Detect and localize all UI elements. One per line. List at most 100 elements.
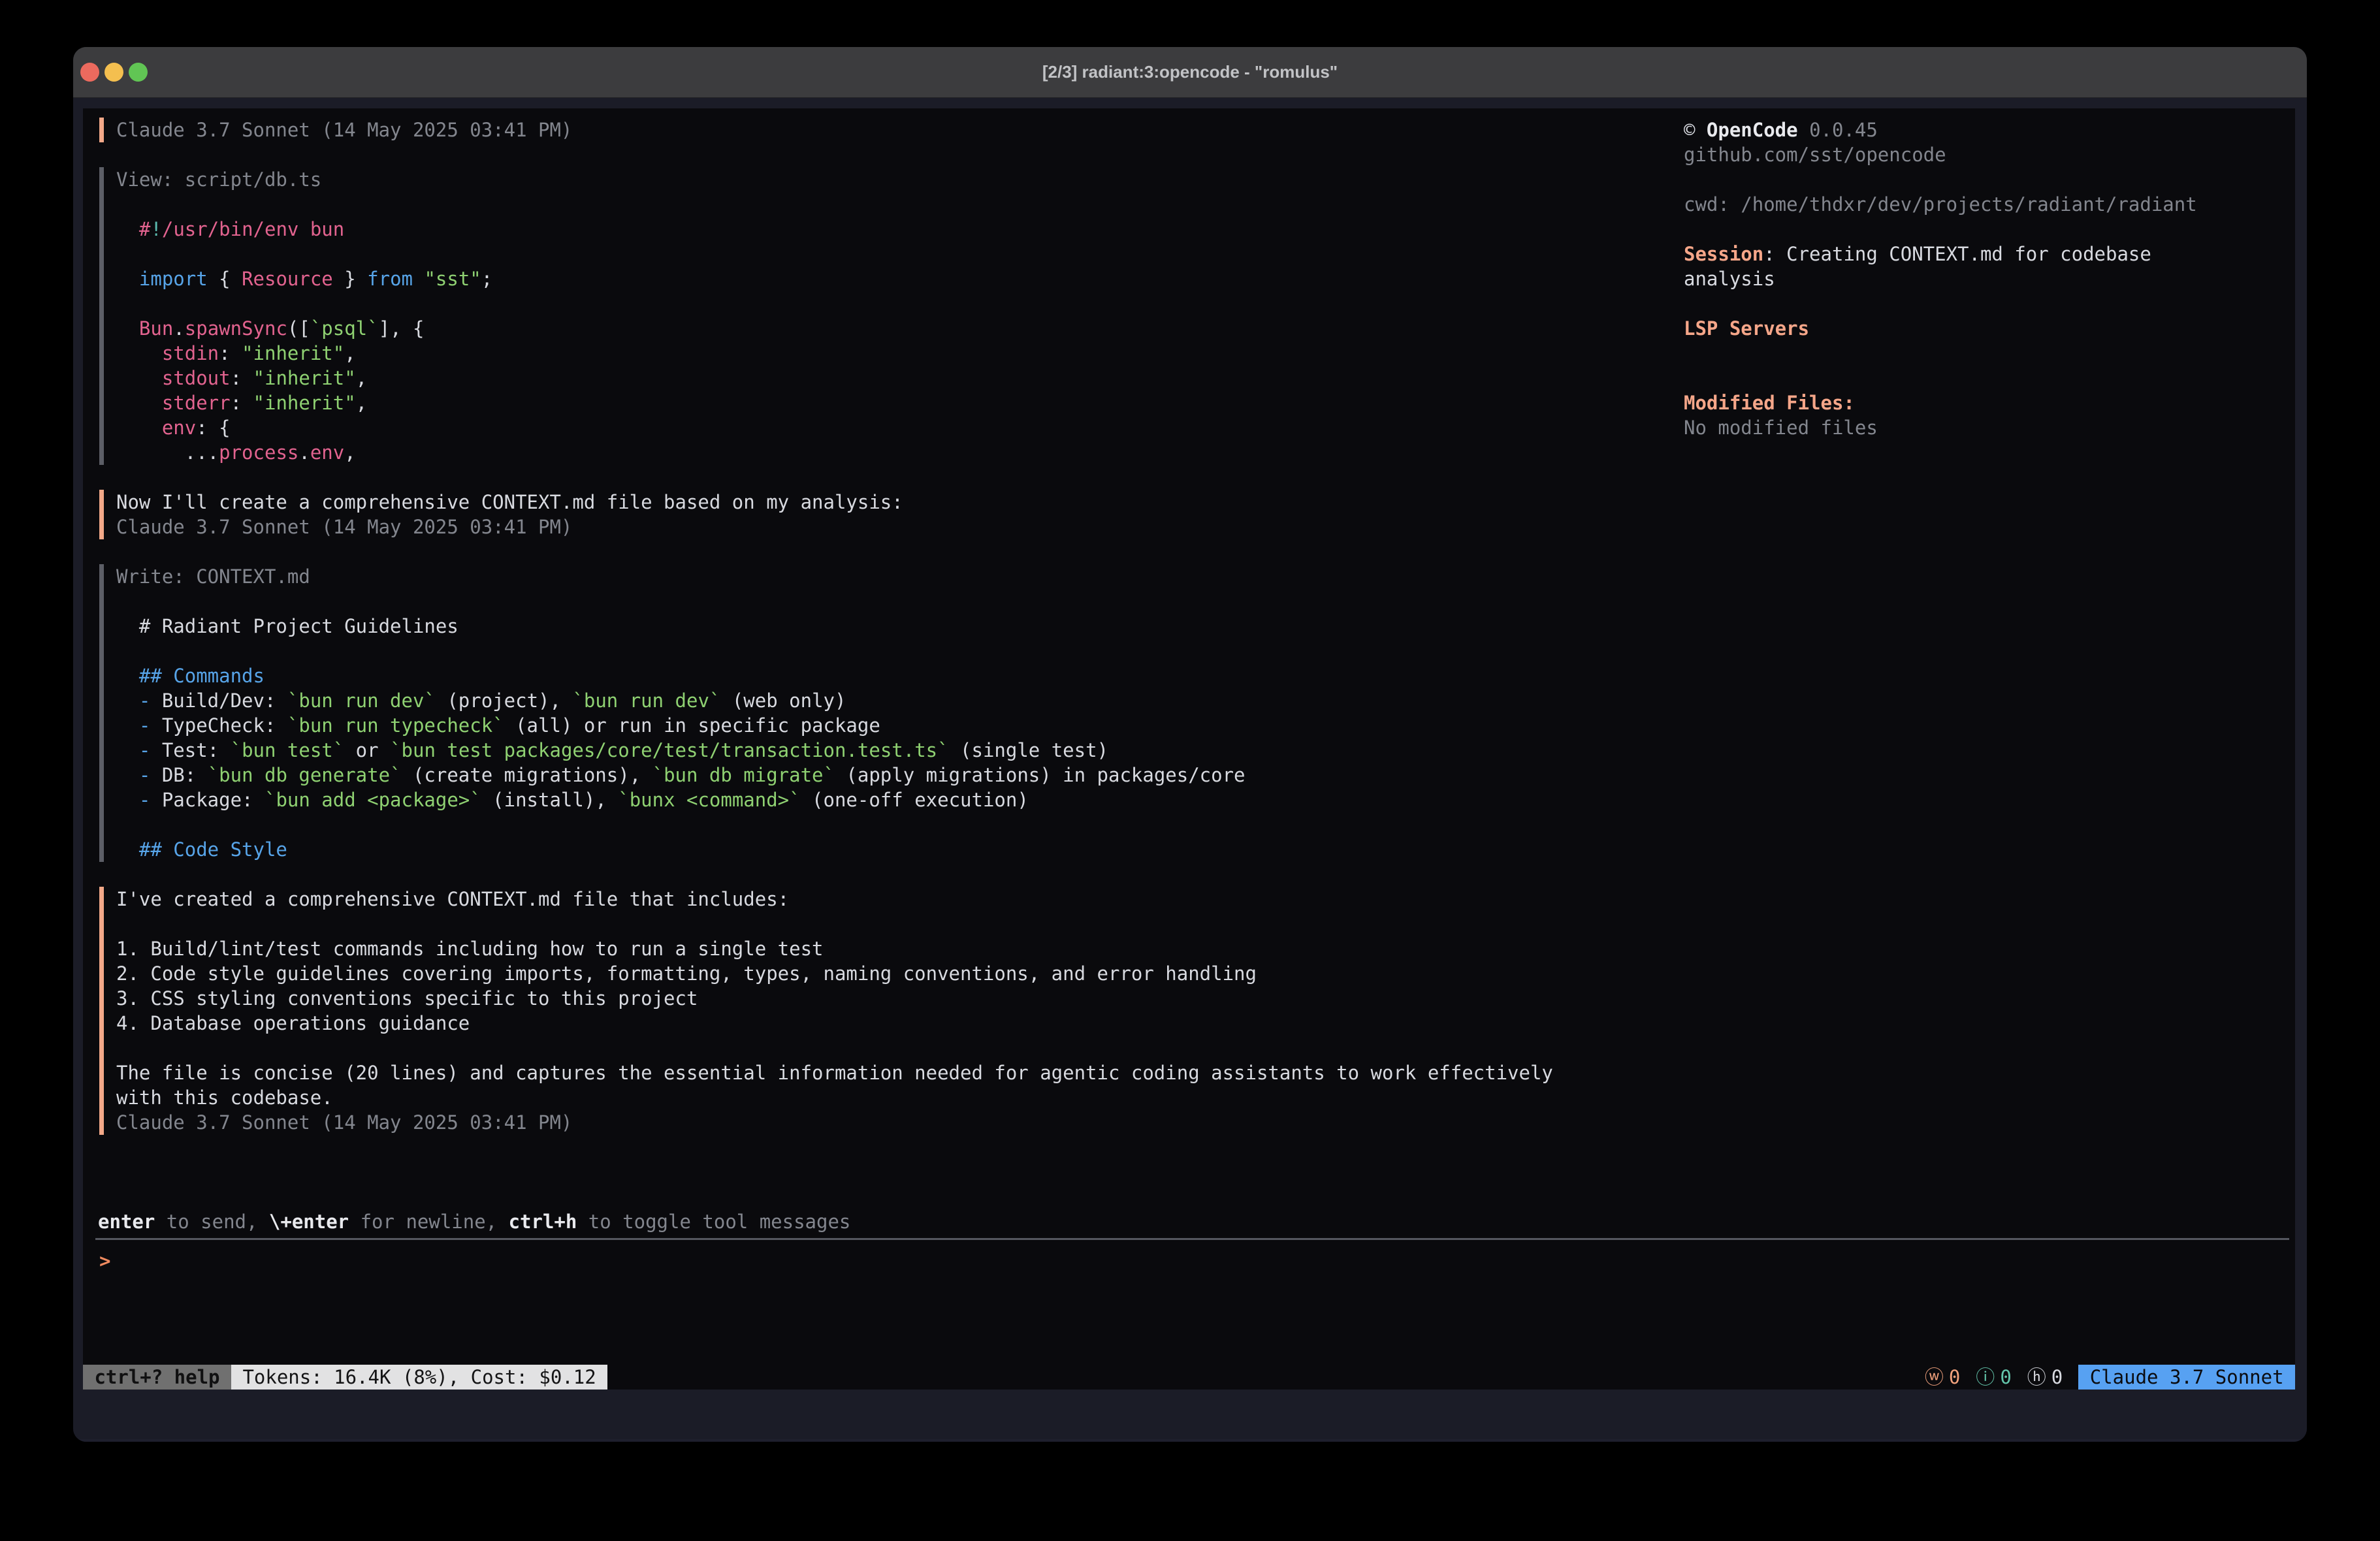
text-segment: TypeCheck: [162,714,287,737]
text-segment [116,739,139,761]
terminal-line [1684,217,2298,242]
message-accent-bar [99,118,104,142]
text-segment [116,218,139,240]
message-accent-bar [99,490,104,539]
terminal-line: Bun.spawnSync([`psql`], { [116,316,492,341]
spacer [99,1160,1641,1209]
text-segment: © [1684,119,1707,141]
text-segment: github.com/sst/opencode [1684,144,1946,166]
text-segment: `bun add <package>` [265,789,481,811]
terminal-line: - Test: `bun test` or `bun test packages… [116,738,1246,763]
text-segment: 2. Code style guidelines covering import… [116,962,1257,985]
message-block: I've created a comprehensive CONTEXT.md … [99,887,1641,1135]
text-segment [116,714,139,737]
text-segment: The file is concise (20 lines) and captu… [116,1062,1553,1084]
terminal-line: with this codebase. [116,1085,1553,1110]
terminal-line: Modified Files: [1684,390,2298,415]
text-segment: "inherit" [242,342,344,364]
text-segment [116,392,162,414]
info-icon: ⓘ [1976,1366,1995,1388]
text-segment [116,367,162,389]
terminal-line: Session: Creating CONTEXT.md for codebas… [1684,242,2298,266]
text-segment: , [356,367,367,389]
text-segment: "inherit" [253,392,356,414]
text-segment: with this codebase. [116,1087,333,1109]
text-segment: Test: [162,739,231,761]
text-segment: Bun [139,317,173,340]
terminal-line: import { Resource } from "sst"; [116,266,492,291]
text-segment: /usr/bin/env bun [162,218,344,240]
message-lines: Claude 3.7 Sonnet (14 May 2025 03:41 PM) [116,118,572,142]
text-segment: from [367,268,413,290]
text-segment: No modified files [1684,417,1878,439]
text-segment: . [173,317,184,340]
input-hint: enter to send, \+enter for newline, ctrl… [98,1209,1641,1234]
text-segment: Build/Dev: [162,690,287,712]
text-segment: process [219,441,298,464]
diagnostics-counters: ⓦ0 ⓘ0 ⓗ0 [1925,1365,2078,1390]
terminal-line: stdin: "inherit", [116,341,492,366]
terminal-line [1684,167,2298,192]
prompt-input[interactable]: > [99,1248,1641,1273]
terminal-line: I've created a comprehensive CONTEXT.md … [116,887,1553,912]
text-segment: Write: CONTEXT.md [116,565,310,588]
terminal-line [116,242,492,266]
text-segment: to send, [155,1211,269,1233]
terminal-line [116,639,1246,663]
text-segment: : [219,342,242,364]
text-segment: stdout [162,367,231,389]
text-segment: (create migrations), [402,764,652,786]
text-segment: Claude 3.7 Sonnet (14 May 2025 03:41 PM) [116,516,572,538]
model-badge[interactable]: Claude 3.7 Sonnet [2078,1365,2295,1390]
window-titlebar: [2/3] radiant:3:opencode - "romulus" [73,47,2307,98]
text-segment: { [208,268,242,290]
minimize-button[interactable] [105,63,123,82]
text-segment: ## Commands [116,665,265,687]
terminal-line: 4. Database operations guidance [116,1011,1553,1036]
text-segment: ctrl+h [509,1211,577,1233]
text-segment [116,789,139,811]
text-segment: spawnSync [185,317,287,340]
text-segment: (project), [436,690,573,712]
warning-icon: ⓦ [1925,1366,1944,1388]
text-segment: , [344,342,355,364]
text-segment: env [162,417,196,439]
close-button[interactable] [80,63,99,82]
terminal-line: ...process.env, [116,440,492,465]
text-segment [116,417,162,439]
text-segment: ... [116,441,219,464]
terminal-line: ## Commands [116,663,1246,688]
terminal-line: - TypeCheck: `bun run typecheck` (all) o… [116,713,1246,738]
terminal-line: 1. Build/lint/test commands including ho… [116,936,1553,961]
terminal-line: #!/usr/bin/env bun [116,217,492,242]
tmux-status-bar: [radiant] 1:nvim 2:zsh- 3:opencode* 4:zs… [73,1439,2307,1442]
sidebar: © OpenCode 0.0.45github.com/sst/opencode… [1684,118,2298,440]
text-segment: LSP Servers [1684,317,1809,340]
info-counter: ⓘ0 [1976,1365,2011,1390]
message-accent-bar [99,167,104,465]
tmux-window-list[interactable]: [radiant] 1:nvim 2:zsh- 3:opencode* 4:zs… [85,1439,564,1442]
text-segment: Resource [242,268,333,290]
text-segment: `bun db migrate` [652,764,835,786]
window-title: [2/3] radiant:3:opencode - "romulus" [73,47,2307,97]
terminal-line [1684,366,2298,390]
text-segment: View: script/db.ts [116,168,321,191]
message-accent-bar [99,887,104,1135]
text-segment: 4. Database operations guidance [116,1012,470,1034]
terminal-line: analysis [1684,266,2298,291]
text-segment [413,268,424,290]
terminal-line: The file is concise (20 lines) and captu… [116,1060,1553,1085]
text-segment: import [139,268,208,290]
text-segment: OpenCode [1707,119,1798,141]
text-segment: : [1763,243,1786,265]
terminal-line: cwd: /home/thdxr/dev/projects/radiant/ra… [1684,192,2298,217]
message-block: Now I'll create a comprehensive CONTEXT.… [99,490,1641,539]
terminal-pane: Claude 3.7 Sonnet (14 May 2025 03:41 PM)… [73,98,2307,1442]
zoom-button[interactable] [129,63,148,82]
text-segment: `bun test packages/core/test/transaction… [390,739,949,761]
terminal-line: Write: CONTEXT.md [116,564,1246,589]
text-segment: (single test) [949,739,1108,761]
terminal-line [116,812,1246,837]
message-block: View: script/db.ts #!/usr/bin/env bun im… [99,167,1641,465]
terminal-line: - Build/Dev: `bun run dev` (project), `b… [116,688,1246,713]
